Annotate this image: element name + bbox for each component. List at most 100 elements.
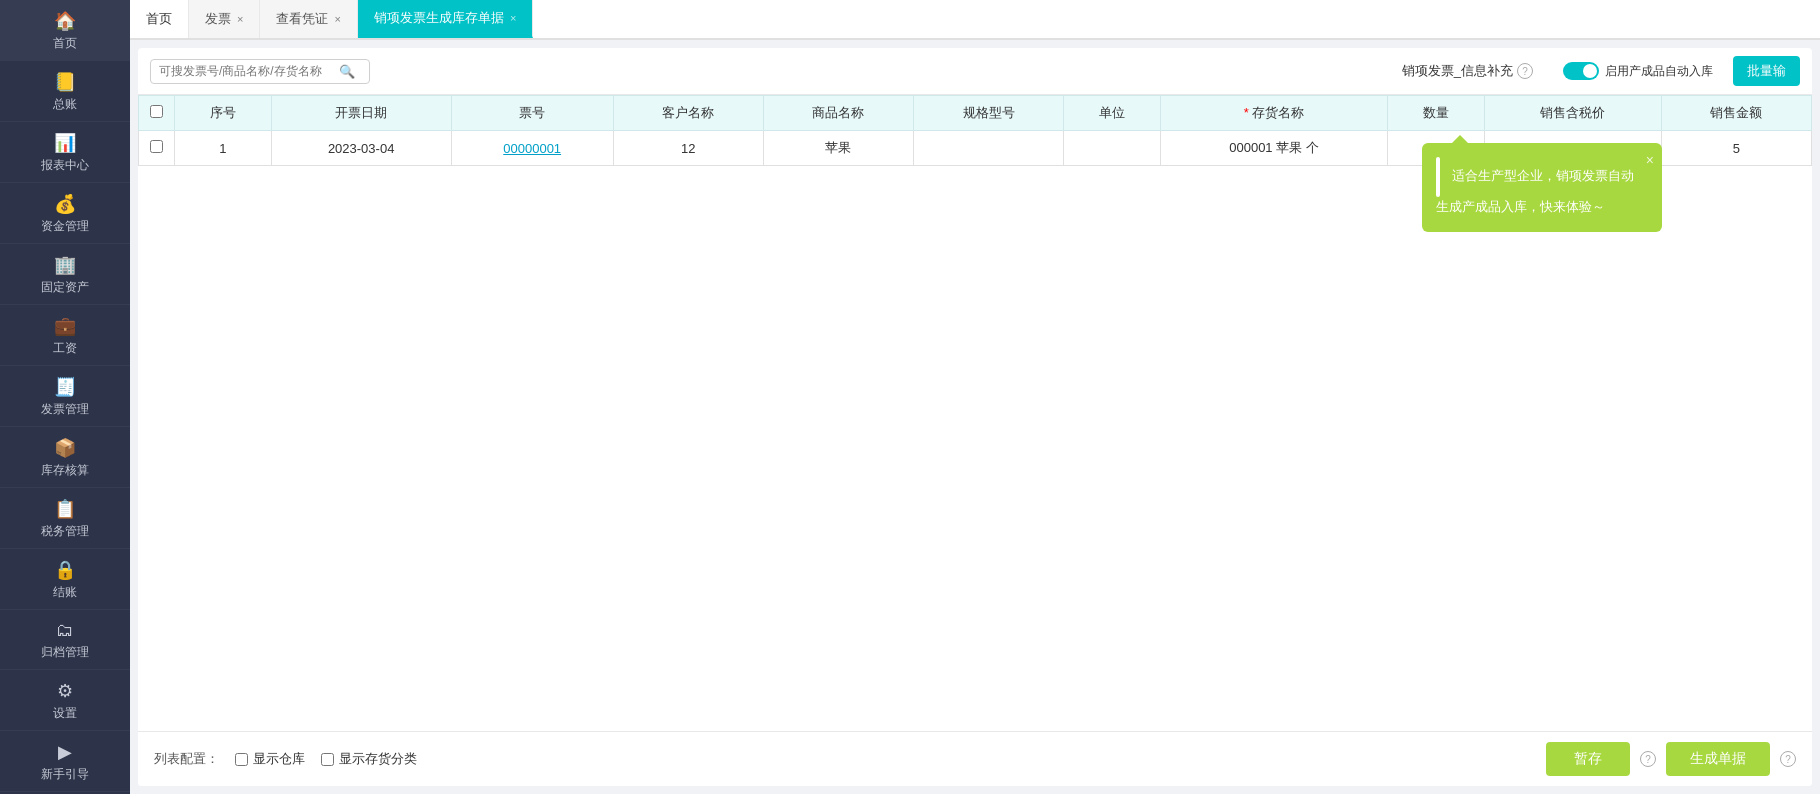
sidebar-item-invoice[interactable]: 🧾 发票管理 <box>0 366 130 427</box>
sidebar-item-settings[interactable]: ⚙ 设置 <box>0 670 130 731</box>
cell-stock: 000001 苹果 个 <box>1160 131 1387 166</box>
col-header-unit: 单位 <box>1064 96 1161 131</box>
sidebar-item-label: 税务管理 <box>41 523 89 540</box>
main-content: 首页 发票 × 查看凭证 × 销项发票生成库存单据 × 🔍 销项发票_信息补充 … <box>130 0 1820 794</box>
col-header-date: 开票日期 <box>271 96 451 131</box>
sidebar-item-inventory[interactable]: 📦 库存核算 <box>0 427 130 488</box>
col-header-spec: 规格型号 <box>914 96 1064 131</box>
cell-seq: 1 <box>175 131 272 166</box>
settings-icon: ⚙ <box>57 680 73 702</box>
tab-voucher-label: 查看凭证 <box>276 10 328 28</box>
sidebar-item-tax[interactable]: 📋 税务管理 <box>0 488 130 549</box>
cell-customer: 12 <box>613 131 763 166</box>
sidebar-item-label: 报表中心 <box>41 157 89 174</box>
show-warehouse-checkbox[interactable] <box>235 753 248 766</box>
col-header-stock: 存货名称 <box>1160 96 1387 131</box>
tab-sales-label: 销项发票生成库存单据 <box>374 9 504 27</box>
show-warehouse-label[interactable]: 显示仓库 <box>235 750 305 768</box>
action-group: 暂存 ? 生成单据 ? <box>1546 742 1796 776</box>
sidebar-item-label: 归档管理 <box>41 644 89 661</box>
col-header-seq: 序号 <box>175 96 272 131</box>
generate-help-icon[interactable]: ? <box>1780 751 1796 767</box>
invoice-icon: 🧾 <box>54 376 76 398</box>
toolbar: 🔍 销项发票_信息补充 ? 启用产成品自动入库 批量输 <box>138 48 1812 95</box>
show-category-checkbox[interactable] <box>321 753 334 766</box>
sidebar-item-label: 结账 <box>53 584 77 601</box>
toggle-label: 启用产成品自动入库 <box>1605 63 1713 80</box>
tooltip-text: 适合生产型企业，销项发票自动生成产成品入库，快来体验～ <box>1436 168 1634 214</box>
sidebar-item-label: 总账 <box>53 96 77 113</box>
sidebar-item-ledger[interactable]: 📒 总账 <box>0 61 130 122</box>
cell-num: 00000001 <box>451 131 613 166</box>
ledger-icon: 📒 <box>54 71 76 93</box>
sidebar-item-closing[interactable]: 🔒 结账 <box>0 549 130 610</box>
search-box[interactable]: 🔍 <box>150 59 370 84</box>
tab-sales-close[interactable]: × <box>510 12 516 24</box>
assets-icon: 🏢 <box>54 254 76 276</box>
show-category-label[interactable]: 显示存货分类 <box>321 750 417 768</box>
search-icon: 🔍 <box>339 64 355 79</box>
select-all-checkbox[interactable] <box>150 105 163 118</box>
row-checkbox-cell <box>139 131 175 166</box>
info-help-icon[interactable]: ? <box>1517 63 1533 79</box>
sidebar-item-guide[interactable]: ▶ 新手引导 <box>0 731 130 792</box>
reports-icon: 📊 <box>54 132 76 154</box>
bottom-bar: 列表配置： 显示仓库 显示存货分类 暂存 ? 生成单据 ? <box>138 731 1812 786</box>
row-checkbox[interactable] <box>150 140 163 153</box>
sidebar-item-label: 工资 <box>53 340 77 357</box>
tab-invoice[interactable]: 发票 × <box>189 0 260 38</box>
sidebar-item-label: 设置 <box>53 705 77 722</box>
sidebar-item-label: 资金管理 <box>41 218 89 235</box>
tab-home[interactable]: 首页 <box>130 0 189 38</box>
sidebar-item-label: 固定资产 <box>41 279 89 296</box>
generate-button[interactable]: 生成单据 <box>1666 742 1770 776</box>
col-header-amount: 销售金额 <box>1661 96 1811 131</box>
guide-icon: ▶ <box>58 741 72 763</box>
col-header-qty: 数量 <box>1388 96 1485 131</box>
save-help-icon[interactable]: ? <box>1640 751 1656 767</box>
auto-warehouse-toggle[interactable] <box>1563 62 1599 80</box>
cell-amount: 5 <box>1661 131 1811 166</box>
toggle-group: 启用产成品自动入库 <box>1563 62 1713 80</box>
sidebar-item-funds[interactable]: 💰 资金管理 <box>0 183 130 244</box>
list-config-label: 列表配置： <box>154 750 219 768</box>
inventory-icon: 📦 <box>54 437 76 459</box>
tab-voucher-close[interactable]: × <box>334 13 340 25</box>
archive-icon: 🗂 <box>56 620 74 641</box>
sidebar-item-salary[interactable]: 💼 工资 <box>0 305 130 366</box>
cell-unit <box>1064 131 1161 166</box>
col-header-goods: 商品名称 <box>763 96 913 131</box>
sidebar-item-label: 首页 <box>53 35 77 52</box>
tooltip-close-button[interactable]: × <box>1646 149 1654 171</box>
sidebar-item-archive[interactable]: 🗂 归档管理 <box>0 610 130 670</box>
tax-icon: 📋 <box>54 498 76 520</box>
sidebar-item-home[interactable]: 🏠 首页 <box>0 0 130 61</box>
col-header-tax-price: 销售含税价 <box>1484 96 1661 131</box>
cell-date: 2023-03-04 <box>271 131 451 166</box>
cell-spec <box>914 131 1064 166</box>
content-area: 🔍 销项发票_信息补充 ? 启用产成品自动入库 批量输 <box>138 48 1812 786</box>
sidebar-item-label: 新手引导 <box>41 766 89 783</box>
home-icon: 🏠 <box>54 10 76 32</box>
batch-button[interactable]: 批量输 <box>1733 56 1800 86</box>
table-header-checkbox <box>139 96 175 131</box>
col-header-num: 票号 <box>451 96 613 131</box>
info-label: 销项发票_信息补充 ? <box>1402 62 1533 80</box>
sidebar-item-assets[interactable]: 🏢 固定资产 <box>0 244 130 305</box>
search-input[interactable] <box>159 64 339 78</box>
sidebar-item-label: 发票管理 <box>41 401 89 418</box>
sidebar-item-label: 库存核算 <box>41 462 89 479</box>
tab-invoice-label: 发票 <box>205 10 231 28</box>
tab-invoice-close[interactable]: × <box>237 13 243 25</box>
tab-sales[interactable]: 销项发票生成库存单据 × <box>358 0 533 38</box>
save-button[interactable]: 暂存 <box>1546 742 1630 776</box>
funds-icon: 💰 <box>54 193 76 215</box>
salary-icon: 💼 <box>54 315 76 337</box>
tab-home-label: 首页 <box>146 10 172 28</box>
sidebar-item-reports[interactable]: 📊 报表中心 <box>0 122 130 183</box>
tab-voucher[interactable]: 查看凭证 × <box>260 0 357 38</box>
closing-icon: 🔒 <box>54 559 76 581</box>
sidebar: 🏠 首页 📒 总账 📊 报表中心 💰 资金管理 🏢 固定资产 💼 工资 🧾 发票… <box>0 0 130 794</box>
tab-bar: 首页 发票 × 查看凭证 × 销项发票生成库存单据 × <box>130 0 1820 40</box>
col-header-customer: 客户名称 <box>613 96 763 131</box>
